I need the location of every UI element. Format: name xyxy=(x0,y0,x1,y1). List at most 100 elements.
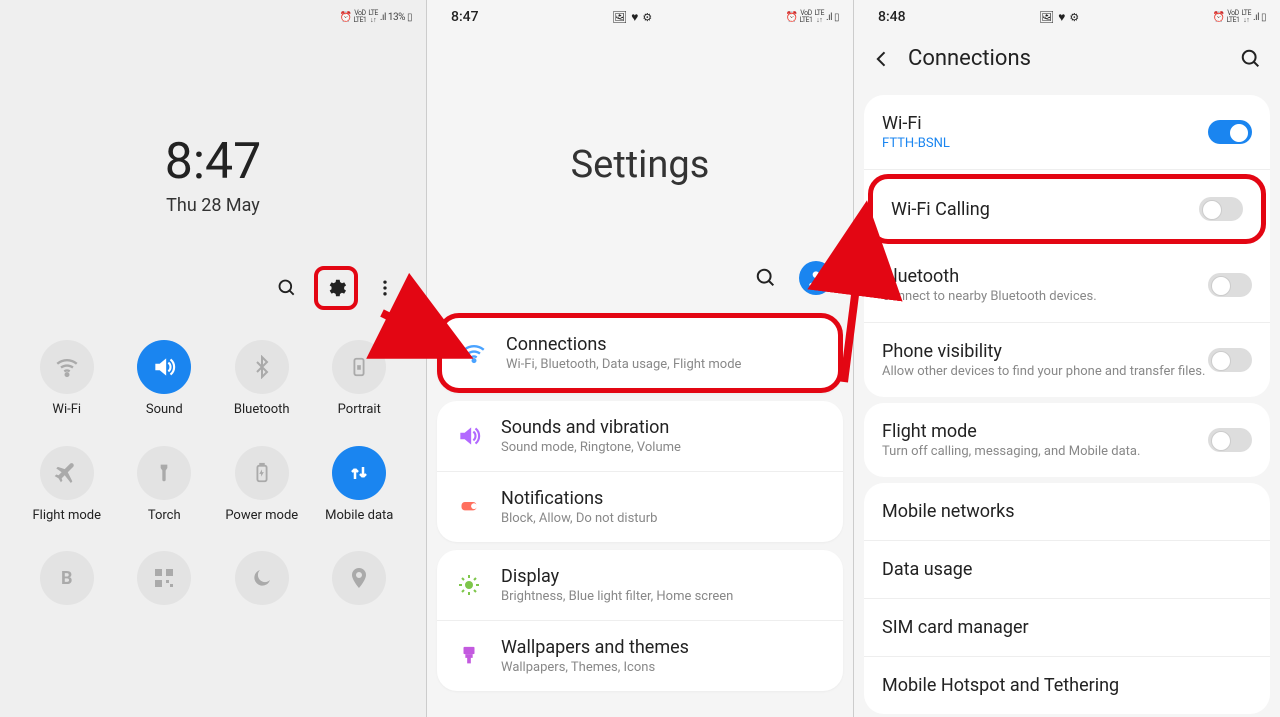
phone-settings: 8:47 🖼 ♥ ⚙ ⏰ VoDLTE1 LTE↓↑ .ıl ▯ Setting… xyxy=(426,0,853,717)
qs-grid: Wi-Fi Sound Bluetooth Portrait Flight mode To… xyxy=(0,310,426,605)
status-icon-gear: ⚙ xyxy=(1069,11,1079,24)
portrait-icon[interactable] xyxy=(332,340,386,394)
qs-label: Portrait xyxy=(338,402,381,418)
search-icon[interactable] xyxy=(749,261,783,295)
torch-icon[interactable] xyxy=(137,446,191,500)
status-bar: 8:48 🖼 ♥ ⚙ ⏰ VoDLTE1 LTE↓↑ .ıl ▯ xyxy=(854,0,1280,28)
qs-tile[interactable]: Bluetooth xyxy=(213,340,311,418)
conn-card-2: Flight modeTurn off calling, messaging, … xyxy=(864,403,1270,477)
row-title: Connections xyxy=(506,334,820,355)
qs-tile[interactable]: Portrait xyxy=(311,340,409,418)
phone-quick-settings: ⏰ VoDLTE1 LTE↓↑ .ıl 13% ▯ 8:47 Thu 28 Ma… xyxy=(0,0,426,717)
settings-row[interactable]: Wallpapers and themes Wallpapers, Themes,… xyxy=(437,620,843,691)
avatar-icon[interactable] xyxy=(799,261,833,295)
row-title: Mobile networks xyxy=(882,501,1252,522)
qs-tile[interactable] xyxy=(213,551,311,605)
qs-tile[interactable]: Wi-Fi xyxy=(18,340,116,418)
sound-icon xyxy=(455,423,483,449)
row-title: Mobile Hotspot and Tethering xyxy=(882,675,1252,696)
qs-tile[interactable]: B xyxy=(18,551,116,605)
settings-card: Display Brightness, Blue light filter, Ho… xyxy=(437,550,843,691)
sun-icon xyxy=(455,573,483,597)
qs-tile[interactable]: Mobile data xyxy=(311,446,409,524)
row-title: SIM card manager xyxy=(882,617,1252,638)
pin-icon[interactable] xyxy=(332,551,386,605)
conn-row[interactable]: Mobile networks xyxy=(864,483,1270,541)
toggle[interactable] xyxy=(1208,120,1252,144)
status-icon-image: 🖼 xyxy=(1039,10,1054,24)
settings-title: Settings xyxy=(427,143,853,187)
notif-icon xyxy=(455,497,483,517)
conn-row[interactable]: Flight modeTurn off calling, messaging, … xyxy=(864,403,1270,477)
status-icon-heart: ♥ xyxy=(1058,10,1065,24)
settings-row[interactable]: Sounds and vibrationSound mode, Ringtone… xyxy=(437,401,843,471)
row-title: Data usage xyxy=(882,559,1252,580)
qs-header xyxy=(0,216,426,310)
qs-label: Power mode xyxy=(225,508,298,524)
row-sub: Wallpapers, Themes, Icons xyxy=(501,660,825,675)
row-title: Phone visibility xyxy=(882,341,1208,362)
settings-row[interactable]: NotificationsBlock, Allow, Do not distur… xyxy=(437,471,843,542)
status-icon-gear: ⚙ xyxy=(642,11,652,24)
status-icons: ⏰ VoDLTE1 LTE↓↑ .ıl 13% ▯ xyxy=(339,10,412,24)
sound-icon[interactable] xyxy=(137,340,191,394)
data-icon[interactable] xyxy=(332,446,386,500)
qs-tile[interactable]: Power mode xyxy=(213,446,311,524)
conn-row[interactable]: Phone visibility Allow other devices to f… xyxy=(864,323,1270,397)
qs-label: Bluetooth xyxy=(234,402,290,418)
toggle[interactable] xyxy=(1199,197,1243,221)
conn-row[interactable]: SIM card manager xyxy=(864,599,1270,657)
qs-tile[interactable]: Sound xyxy=(116,340,214,418)
conn-row[interactable]: Data usage xyxy=(864,541,1270,599)
battery-icon[interactable] xyxy=(235,446,289,500)
row-title: Sounds and vibration xyxy=(501,417,825,438)
search-icon[interactable] xyxy=(1240,48,1262,70)
row-sub: Allow other devices to find your phone a… xyxy=(882,364,1208,379)
status-time: 8:48 xyxy=(878,9,906,25)
qs-tile[interactable]: Torch xyxy=(116,446,214,524)
more-icon[interactable] xyxy=(368,271,402,305)
settings-card: ConnectionsWi-Fi, Bluetooth, Data usage,… xyxy=(437,313,843,393)
qs-label: Mobile data xyxy=(325,508,393,524)
back-icon[interactable] xyxy=(872,49,892,69)
wifi-icon[interactable] xyxy=(40,340,94,394)
qs-tile[interactable] xyxy=(311,551,409,605)
qr-icon[interactable] xyxy=(137,551,191,605)
connections-title: Connections xyxy=(908,46,1224,71)
row-title: Display xyxy=(501,566,825,587)
clock-date: Thu 28 May xyxy=(0,195,426,216)
row-title: Wallpapers and themes xyxy=(501,637,825,658)
wifi-icon xyxy=(460,340,488,366)
moon-icon[interactable] xyxy=(235,551,289,605)
qs-tile[interactable]: Flight mode xyxy=(18,446,116,524)
conn-row[interactable]: Wi-Fi Calling xyxy=(873,179,1261,239)
row-title: Wi-Fi Calling xyxy=(891,199,1199,220)
settings-row[interactable]: Display Brightness, Blue light filter, Ho… xyxy=(437,550,843,620)
qs-label: Wi-Fi xyxy=(52,402,81,418)
qs-tile[interactable] xyxy=(116,551,214,605)
search-icon[interactable] xyxy=(270,271,304,305)
conn-row[interactable]: BluetoothConnect to nearby Bluetooth dev… xyxy=(864,248,1270,323)
status-time: 8:47 xyxy=(451,9,479,25)
plane-icon[interactable] xyxy=(40,446,94,500)
status-icon-image: 🖼 xyxy=(612,10,627,24)
conn-card-3: Mobile networks Data usage SIM card manage… xyxy=(864,483,1270,714)
status-icons-right: ⏰ VoDLTE1 LTE↓↑ .ıl ▯ xyxy=(786,10,839,24)
b-icon[interactable]: B xyxy=(40,551,94,605)
bluetooth-icon[interactable] xyxy=(235,340,289,394)
status-bar: 8:47 🖼 ♥ ⚙ ⏰ VoDLTE1 LTE↓↑ .ıl ▯ xyxy=(427,0,853,28)
conn-row[interactable]: Wi-FiFTTH-BSNL xyxy=(864,95,1270,170)
row-sub: Turn off calling, messaging, and Mobile … xyxy=(882,444,1208,459)
gear-icon[interactable] xyxy=(319,271,353,305)
settings-row[interactable]: ConnectionsWi-Fi, Bluetooth, Data usage,… xyxy=(442,318,838,388)
conn-row[interactable]: Mobile Hotspot and Tethering xyxy=(864,657,1270,714)
toggle[interactable] xyxy=(1208,348,1252,372)
toggle[interactable] xyxy=(1208,428,1252,452)
qs-label: Flight mode xyxy=(33,508,102,524)
row-title: Notifications xyxy=(501,488,825,509)
row-sub: Brightness, Blue light filter, Home scre… xyxy=(501,589,825,604)
toggle[interactable] xyxy=(1208,273,1252,297)
status-bar: ⏰ VoDLTE1 LTE↓↑ .ıl 13% ▯ xyxy=(0,0,426,28)
brush-icon xyxy=(455,644,483,668)
svg-text:B: B xyxy=(61,568,73,589)
